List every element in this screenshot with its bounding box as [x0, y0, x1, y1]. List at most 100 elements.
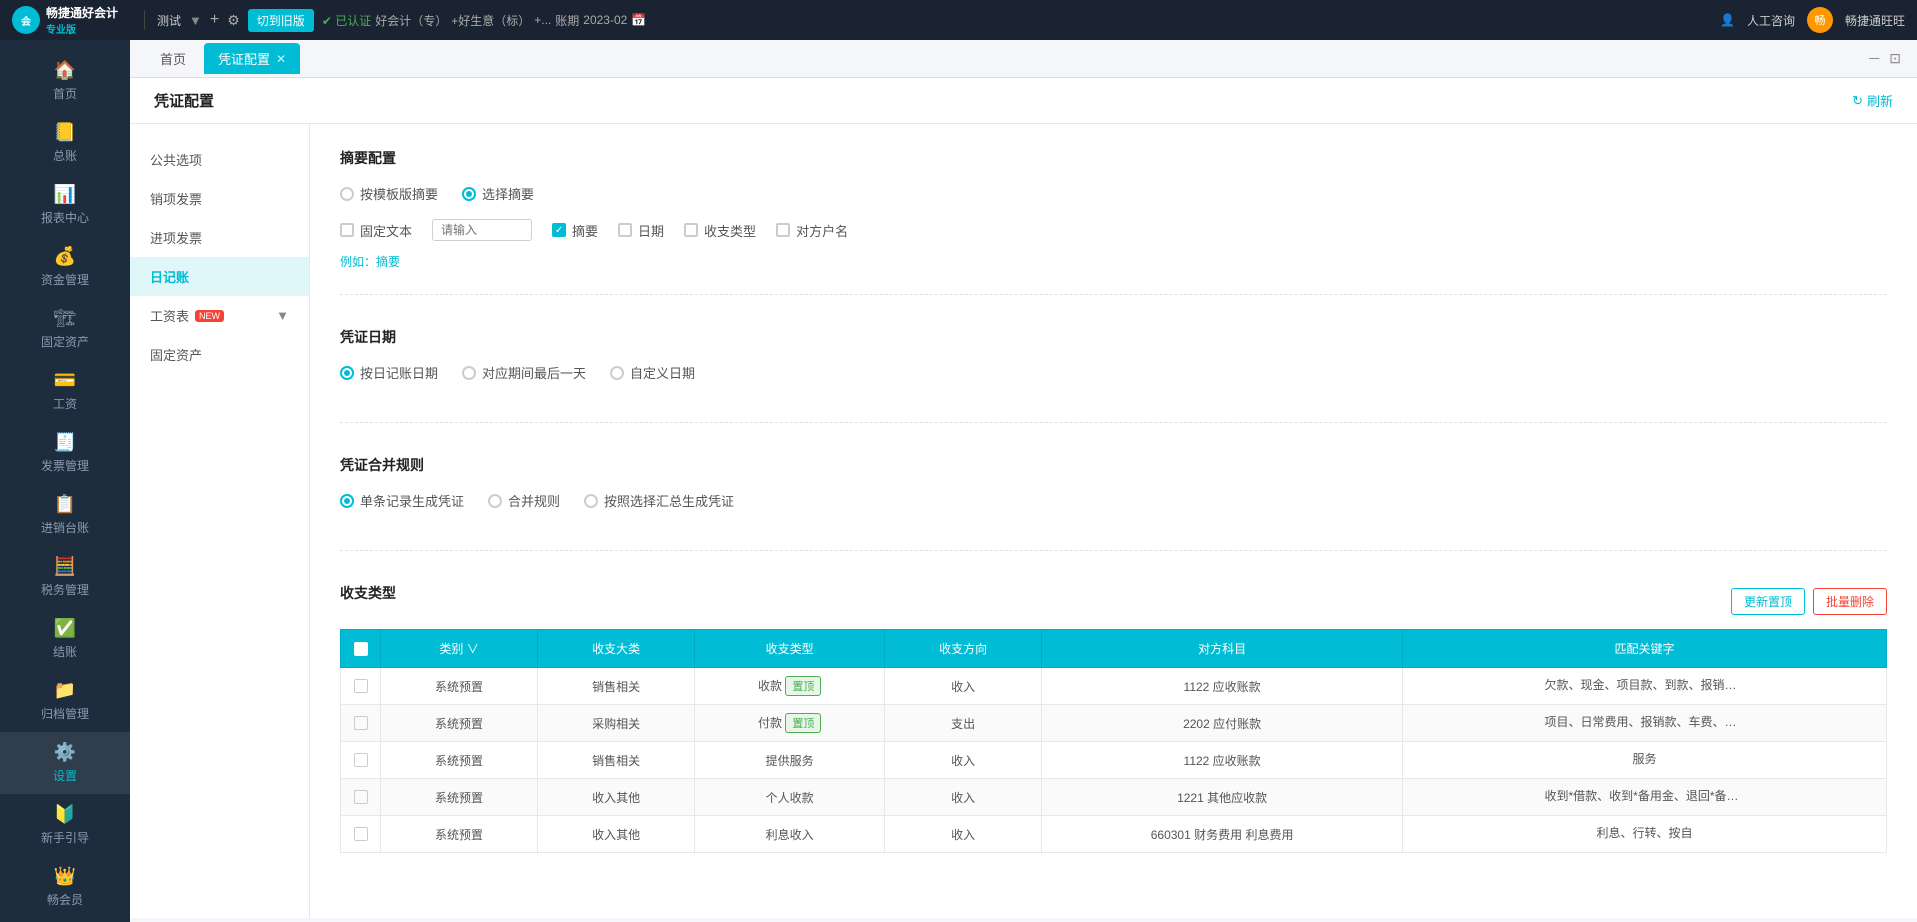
add-icon[interactable]: +: [210, 11, 219, 29]
left-menu-item-purchase-invoice[interactable]: 进项发票: [130, 218, 309, 257]
batch-delete-button[interactable]: 批量删除: [1813, 588, 1887, 615]
left-menu-item-public-options[interactable]: 公共选项: [130, 140, 309, 179]
row-major-type-1: 采购相关: [538, 705, 695, 742]
row-category-1: 系统预置: [381, 705, 538, 742]
sidebar-item-fixed-assets[interactable]: 🏗 固定资产: [0, 298, 130, 360]
sidebar-item-invoice[interactable]: 🧾 发票管理: [0, 422, 130, 484]
th-major-type: 收支大类: [538, 630, 695, 668]
radio-summary-gen[interactable]: 按照选择汇总生成凭证: [584, 491, 734, 510]
table-row: 系统预置 收入其他 个人收款 收入 1221 其他应收款 收到*借款、收到*备用…: [341, 779, 1887, 816]
row-checkbox-2[interactable]: [341, 742, 381, 779]
radio-select-summary-circle: [462, 187, 476, 201]
sidebar-item-fund-management[interactable]: 💰 资金管理: [0, 236, 130, 298]
radio-template-circle: [340, 187, 354, 201]
avatar: 畅: [1807, 7, 1833, 33]
sidebar-item-new-guide[interactable]: 🔰 新手引导: [0, 794, 130, 856]
company-dropdown-icon[interactable]: ▼: [189, 13, 202, 28]
header-divider: [144, 10, 145, 30]
update-top-button[interactable]: 更新置顶: [1731, 588, 1805, 615]
tab-voucher-config[interactable]: 凭证配置 ✕: [204, 43, 300, 74]
refresh-icon: ↻: [1852, 93, 1863, 109]
calendar-icon[interactable]: 📅: [631, 13, 646, 27]
checkbox-date[interactable]: 日期: [618, 221, 664, 240]
top-header: 会 畅捷通好会计 专业版 测试 ▼ + ⚙ 切到旧版 ✔ 已认证 好会计（专） …: [0, 0, 1917, 40]
checkbox-income-type[interactable]: 收支类型: [684, 221, 756, 240]
window-maximize-icon[interactable]: ⊡: [1889, 50, 1901, 67]
refresh-button[interactable]: ↻ 刷新: [1852, 91, 1893, 110]
top-badge-1[interactable]: 置顶: [785, 713, 821, 733]
radio-custom-date[interactable]: 自定义日期: [610, 363, 695, 382]
checkbox-fixed-text[interactable]: 固定文本: [340, 221, 412, 240]
settings-sidebar-icon: ⚙️: [54, 742, 76, 763]
row-direction-2: 收入: [885, 742, 1042, 779]
row-checkbox-3[interactable]: [341, 779, 381, 816]
row-category-0: 系统预置: [381, 668, 538, 705]
page-header: 凭证配置 ↻ 刷新: [130, 78, 1917, 124]
window-minimize-icon[interactable]: －: [1867, 49, 1881, 69]
left-menu-item-journal[interactable]: 日记账: [130, 257, 309, 296]
left-menu-item-fixed-assets[interactable]: 固定资产: [130, 335, 309, 374]
sidebar-item-settings[interactable]: ⚙️ 设置: [0, 732, 130, 794]
row-checkbox-4[interactable]: [341, 816, 381, 853]
fund-icon: 💰: [54, 246, 76, 267]
switch-version-button[interactable]: 切到旧版: [248, 9, 314, 32]
row-direction-1: 支出: [885, 705, 1042, 742]
new-badge: NEW: [195, 310, 224, 322]
row-checkbox-1[interactable]: [341, 705, 381, 742]
row-type-4: 利息收入: [695, 816, 885, 853]
radio-select-summary[interactable]: 选择摘要: [462, 184, 534, 203]
row-keywords-3: 收到*借款、收到*备用金、退回*备用金、个人: [1402, 779, 1886, 816]
row-type-0: 收款 置顶: [695, 668, 885, 705]
radio-single-record[interactable]: 单条记录生成凭证: [340, 491, 464, 510]
th-checkbox[interactable]: [341, 630, 381, 668]
income-expense-title: 收支类型: [340, 583, 396, 603]
sidebar-label-salary: 工资: [53, 395, 77, 412]
tab-close-icon[interactable]: ✕: [276, 52, 286, 66]
row-checkbox-0[interactable]: [341, 668, 381, 705]
checkbox-counterpart[interactable]: 对方户名: [776, 221, 848, 240]
row-keywords-0: 欠款、现金、项目款、到款、报销款、汇入、...: [1402, 668, 1886, 705]
sidebar-label-general-ledger: 总账: [53, 147, 77, 164]
table-actions: 更新置顶 批量删除: [1731, 588, 1887, 615]
certified-tag: ✔ 已认证: [322, 12, 371, 29]
radio-template[interactable]: 按模板版摘要: [340, 184, 438, 203]
row-major-type-2: 销售相关: [538, 742, 695, 779]
settings-icon[interactable]: ⚙: [227, 12, 240, 29]
income-type-checkbox-label: 收支类型: [704, 221, 756, 240]
row-subject-4: 660301 财务费用 利息费用: [1042, 816, 1403, 853]
sidebar-item-settlement[interactable]: ✅ 结账: [0, 608, 130, 670]
row-major-type-4: 收入其他: [538, 816, 695, 853]
journal-date-label: 按日记账日期: [360, 363, 438, 382]
sidebar-item-archive[interactable]: 📁 归档管理: [0, 670, 130, 732]
top-badge-0[interactable]: 置顶: [785, 676, 821, 696]
home-icon: 🏠: [54, 60, 76, 81]
merge-rule-label: 合并规则: [508, 491, 560, 510]
sidebar-item-tax[interactable]: 🧮 税务管理: [0, 546, 130, 608]
fixed-text-input[interactable]: [432, 219, 532, 241]
table-body: 系统预置 销售相关 收款 置顶 收入 1122 应收账款 欠款、现金、项目款、到…: [341, 668, 1887, 853]
tab-home[interactable]: 首页: [146, 43, 200, 74]
sidebar-item-general-ledger[interactable]: 📒 总账: [0, 112, 130, 174]
public-options-label: 公共选项: [150, 150, 202, 169]
salary-icon: 💳: [54, 370, 76, 391]
radio-merge-rule[interactable]: 合并规则: [488, 491, 560, 510]
sidebar-item-membership[interactable]: 👑 畅会员: [0, 856, 130, 918]
settlement-icon: ✅: [54, 618, 76, 639]
th-counterpart-subject: 对方科目: [1042, 630, 1403, 668]
sidebar-item-purchase-sales[interactable]: 📋 进销台账: [0, 484, 130, 546]
archive-icon: 📁: [54, 680, 76, 701]
sidebar-item-home[interactable]: 🏠 首页: [0, 50, 130, 112]
sidebar-item-salary[interactable]: 💳 工资: [0, 360, 130, 422]
support-label[interactable]: 人工咨询: [1747, 12, 1795, 29]
checkbox-summary[interactable]: 摘要: [552, 221, 598, 240]
journal-date-radio-circle: [340, 366, 354, 380]
radio-period-last[interactable]: 对应期间最后一天: [462, 363, 586, 382]
left-menu-item-sales-invoice[interactable]: 销项发票: [130, 179, 309, 218]
summary-radio-group: 按模板版摘要 选择摘要: [340, 184, 1887, 203]
sidebar-item-report-center[interactable]: 📊 报表中心: [0, 174, 130, 236]
income-expense-table: 类别 ∨ 收支大类 收支类型 收支方向 对方科目 匹配关键字: [340, 629, 1887, 853]
tag3: +...: [534, 13, 551, 27]
radio-journal-date[interactable]: 按日记账日期: [340, 363, 438, 382]
table-row: 系统预置 收入其他 利息收入 收入 660301 财务费用 利息费用 利息、行转…: [341, 816, 1887, 853]
left-menu-item-salary-sheet[interactable]: 工资表 NEW ▼: [130, 296, 309, 335]
